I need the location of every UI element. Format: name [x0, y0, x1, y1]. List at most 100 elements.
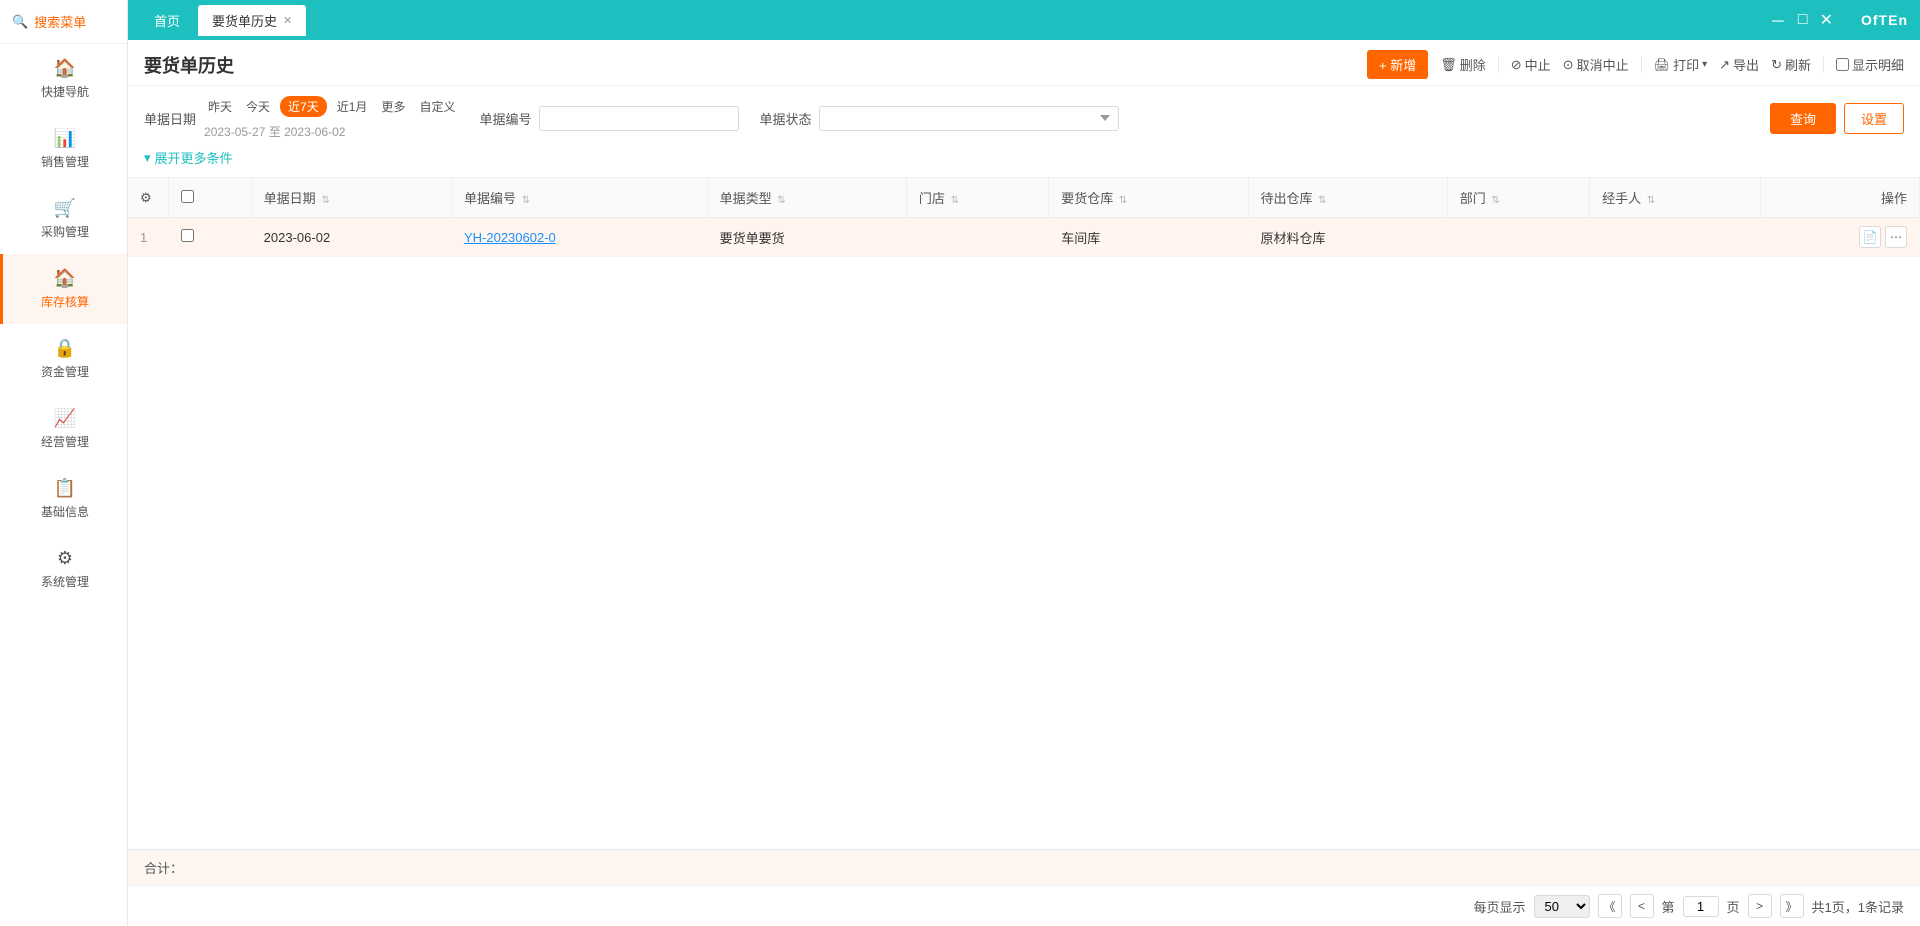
sidebar-item-label: 经营管理	[41, 433, 89, 450]
sidebar-item-label: 系统管理	[41, 573, 89, 590]
content: 要货单历史 + 新增 🗑 删除 ⊘ 中止 ⊙ 取消中止 🖨	[128, 40, 1920, 926]
col-req-warehouse[interactable]: 要货仓库 ⇅	[1049, 178, 1248, 218]
page-number-input[interactable]	[1683, 896, 1719, 917]
close-icon[interactable]: ✕	[1820, 10, 1833, 30]
delete-button[interactable]: 🗑 删除	[1440, 55, 1486, 74]
first-page-button[interactable]: 《	[1598, 894, 1622, 918]
sidebar-item-finance[interactable]: 🔒 资金管理	[0, 324, 127, 394]
suspend-button[interactable]: ⊘ 中止	[1511, 55, 1551, 74]
row-more-button[interactable]: ⋯	[1885, 226, 1907, 248]
print-icon: 🖨	[1654, 57, 1671, 73]
status-select[interactable]	[819, 106, 1119, 131]
sidebar-item-sales[interactable]: 📊 销售管理	[0, 114, 127, 184]
display-detail-checkbox[interactable]	[1836, 58, 1849, 71]
divider-3	[1823, 57, 1824, 73]
sidebar-item-purchase[interactable]: 🛒 采购管理	[0, 184, 127, 254]
page-size-select[interactable]: 50 10 20 100	[1534, 895, 1590, 918]
sidebar-item-inventory[interactable]: 🏠 库存核算	[0, 254, 127, 324]
refresh-button[interactable]: ↻ 刷新	[1771, 55, 1811, 74]
sidebar-item-basic-info[interactable]: 📋 基础信息	[0, 464, 127, 534]
date-filter-item: 单据日期 昨天 今天 近7天 近1月 更多 自定义 2023-05-27 至 2…	[144, 96, 459, 140]
date-btn-custom[interactable]: 自定义	[415, 96, 459, 117]
date-range-display: 2023-05-27 至 2023-06-02	[204, 123, 459, 140]
col-pending-warehouse[interactable]: 待出仓库 ⇅	[1248, 178, 1447, 218]
col-doc-date[interactable]: 单据日期 ⇅	[251, 178, 451, 218]
date-btn-yesterday[interactable]: 昨天	[204, 96, 236, 117]
sort-icon-req-warehouse: ⇅	[1119, 195, 1127, 206]
search-icon: 🔍	[12, 14, 28, 30]
date-btn-1month[interactable]: 近1月	[333, 96, 372, 117]
row-edit-button[interactable]: 📄	[1859, 226, 1881, 248]
sort-icon-store: ⇅	[951, 195, 959, 206]
display-detail-button[interactable]: 显示明细	[1836, 55, 1904, 74]
row-select-checkbox[interactable]	[181, 229, 194, 242]
chart-icon: 📊	[54, 128, 76, 149]
sidebar: 🔍 搜索菜单 🏠 快捷导航 📊 销售管理 🛒 采购管理 🏠 库存核算 🔒 资金管…	[0, 0, 128, 926]
filter-row-1: 单据日期 昨天 今天 近7天 近1月 更多 自定义 2023-05-27 至 2…	[144, 96, 1904, 140]
sidebar-item-quick-nav[interactable]: 🏠 快捷导航	[0, 44, 127, 114]
doc-no-input[interactable]	[539, 106, 739, 131]
row-department	[1447, 218, 1589, 257]
tab-close-icon[interactable]: ✕	[283, 14, 292, 27]
sort-icon-doc-date: ⇅	[321, 195, 329, 206]
doc-no-link[interactable]: YH-20230602-0	[464, 230, 556, 245]
chevron-down-icon: ▾	[144, 150, 151, 166]
col-operation: 操作	[1760, 178, 1919, 218]
cart-icon: 🛒	[54, 198, 76, 219]
sidebar-search[interactable]: 🔍 搜索菜单	[0, 0, 127, 44]
select-all-checkbox[interactable]	[181, 190, 194, 203]
row-pending-warehouse: 原材料仓库	[1248, 218, 1447, 257]
col-store[interactable]: 门店 ⇅	[906, 178, 1048, 218]
maximize-icon[interactable]: □	[1798, 11, 1808, 29]
add-button[interactable]: + 新增	[1367, 50, 1428, 79]
col-doc-no[interactable]: 单据编号 ⇅	[451, 178, 707, 218]
go-page-label: 第	[1662, 897, 1675, 916]
main-area: 首页 要货单历史 ✕ － □ ✕ OfTEn 要货单历史 + 新增 🗑 删除	[128, 0, 1920, 926]
inventory-icon: 🏠	[54, 268, 76, 289]
total-info: 共1页，1条记录	[1812, 897, 1904, 916]
col-handler[interactable]: 经手人 ⇅	[1590, 178, 1761, 218]
page-title: 要货单历史	[144, 52, 234, 78]
date-btn-7days[interactable]: 近7天	[280, 96, 327, 117]
lock-icon: 🔒	[54, 338, 76, 359]
row-num: 1	[128, 218, 168, 257]
setting-button[interactable]: 设置	[1844, 103, 1904, 134]
sidebar-item-label: 销售管理	[41, 153, 89, 170]
toolbar: + 新增 🗑 删除 ⊘ 中止 ⊙ 取消中止 🖨 打印	[1367, 50, 1904, 79]
sidebar-item-operations[interactable]: 📈 经营管理	[0, 394, 127, 464]
date-filter-options: 昨天 今天 近7天 近1月 更多 自定义 2023-05-27 至 2023-0…	[204, 96, 459, 140]
date-btn-more[interactable]: 更多	[377, 96, 409, 117]
print-button[interactable]: 🖨 打印 ▾	[1654, 55, 1708, 74]
col-checkbox	[168, 178, 251, 218]
table-row: 1 2023-06-02 YH-20230602-0 要货单要货 车间库 原材料…	[128, 218, 1920, 257]
prev-page-button[interactable]: <	[1630, 894, 1654, 918]
query-button[interactable]: 查询	[1770, 103, 1836, 134]
tab-requisition-label: 要货单历史	[212, 11, 277, 30]
divider-2	[1641, 57, 1642, 73]
summary-label: 合计：	[144, 861, 183, 876]
sidebar-search-label: 搜索菜单	[34, 12, 86, 31]
tab-requisition-history[interactable]: 要货单历史 ✕	[198, 5, 306, 36]
tab-home[interactable]: 首页	[140, 5, 194, 36]
expand-filter-button[interactable]: ▾ 展开更多条件	[144, 148, 1904, 167]
export-button[interactable]: ↗ 导出	[1719, 55, 1759, 74]
delete-icon: 🗑	[1440, 57, 1457, 73]
sidebar-item-label: 快捷导航	[41, 83, 89, 100]
col-doc-type[interactable]: 单据类型 ⇅	[707, 178, 906, 218]
last-page-button[interactable]: 》	[1780, 894, 1804, 918]
topbar-right: － □ ✕ OfTEn	[1770, 8, 1908, 32]
table-footer: 合计：	[128, 849, 1920, 885]
divider-1	[1498, 57, 1499, 73]
minimize-icon[interactable]: －	[1770, 8, 1786, 32]
date-btn-today[interactable]: 今天	[242, 96, 274, 117]
col-department[interactable]: 部门 ⇅	[1447, 178, 1589, 218]
col-settings[interactable]: ⚙	[128, 178, 168, 218]
filter-area: 单据日期 昨天 今天 近7天 近1月 更多 自定义 2023-05-27 至 2…	[128, 86, 1920, 178]
next-page-button[interactable]: >	[1748, 894, 1772, 918]
data-table: ⚙ 单据日期 ⇅ 单据编号 ⇅ 单据类型	[128, 178, 1920, 257]
row-doc-no[interactable]: YH-20230602-0	[451, 218, 707, 257]
sidebar-item-system[interactable]: ⚙ 系统管理	[0, 534, 127, 604]
cancel-suspend-button[interactable]: ⊙ 取消中止	[1563, 55, 1629, 74]
operations-icon: 📈	[54, 408, 76, 429]
row-operation: 📄 ⋯	[1760, 218, 1919, 257]
